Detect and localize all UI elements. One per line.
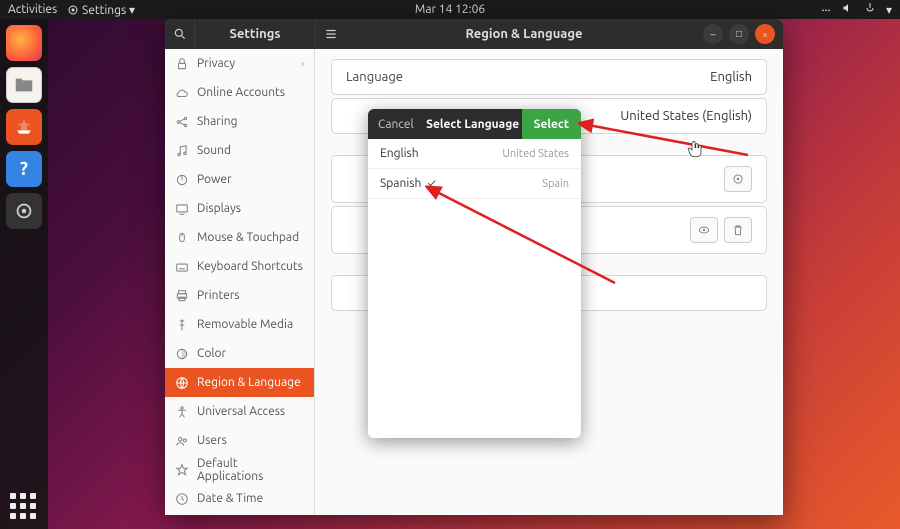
sidebar-item-removable-media[interactable]: Removable Media (165, 310, 314, 339)
language-name: Spanish (380, 177, 421, 190)
sidebar-item-displays[interactable]: Displays (165, 194, 314, 223)
sidebar-item-label: Region & Language (197, 376, 301, 389)
sidebar-item-label: Online Accounts (197, 86, 285, 99)
preview-button[interactable] (690, 217, 718, 243)
cursor-hand-icon (686, 140, 704, 164)
sidebar-item-label: Keyboard Shortcuts (197, 260, 303, 273)
sidebar-item-keyboard-shortcuts[interactable]: Keyboard Shortcuts (165, 252, 314, 281)
sidebar-item-label: Date & Time (197, 492, 263, 505)
chevron-right-icon: › (301, 58, 304, 69)
dock (0, 19, 48, 529)
modal-title: Select Language (424, 118, 522, 131)
sidebar-item-users[interactable]: Users (165, 426, 314, 455)
sidebar-item-color[interactable]: Color (165, 339, 314, 368)
sidebar-item-label: Color (197, 347, 226, 360)
panel-title-left: Settings (195, 27, 315, 41)
sidebar-item-label: Sound (197, 144, 231, 157)
sidebar-item-about[interactable]: About (165, 513, 314, 515)
panel-title-right: Region & Language (345, 27, 703, 41)
language-value: English (710, 70, 752, 84)
sidebar-item-label: Displays (197, 202, 241, 215)
annotation-arrow-2 (425, 183, 625, 293)
sidebar-item-date-time[interactable]: Date & Time (165, 484, 314, 513)
annotation-arrow-1 (578, 115, 758, 165)
sidebar-item-default-applications[interactable]: Default Applications (165, 455, 314, 484)
window-close[interactable]: × (755, 24, 775, 44)
power-icon[interactable] (864, 2, 876, 17)
sidebar-item-sound[interactable]: Sound (165, 136, 314, 165)
chevron-down-icon[interactable]: ▾ (886, 3, 892, 17)
dock-files[interactable] (6, 67, 42, 103)
sidebar-item-mouse-touchpad[interactable]: Mouse & Touchpad (165, 223, 314, 252)
dock-help[interactable] (6, 151, 42, 187)
cancel-button[interactable]: Cancel (368, 109, 424, 139)
hamburger-menu[interactable] (315, 19, 345, 49)
language-option-english[interactable]: English United States (368, 139, 581, 169)
language-country: United States (502, 148, 569, 160)
language-row[interactable]: Language English (331, 59, 767, 95)
window-maximize[interactable]: □ (729, 24, 749, 44)
dock-settings-app[interactable] (6, 193, 42, 229)
sidebar-item-label: Users (197, 434, 227, 447)
sidebar-item-label: Sharing (197, 115, 238, 128)
dock-firefox[interactable] (6, 25, 42, 61)
sidebar-item-label: Universal Access (197, 405, 285, 418)
activities-button[interactable]: Activities (8, 3, 57, 16)
sidebar-item-online-accounts[interactable]: Online Accounts (165, 78, 314, 107)
settings-sidebar: Privacy › Online Accounts Sharing Sound Power… (165, 49, 315, 515)
delete-button[interactable] (724, 217, 752, 243)
volume-icon[interactable] (842, 2, 854, 17)
input-options-button[interactable] (724, 166, 752, 192)
show-applications[interactable] (0, 493, 48, 521)
sidebar-item-privacy[interactable]: Privacy › (165, 49, 314, 78)
sidebar-item-power[interactable]: Power (165, 165, 314, 194)
sidebar-item-label: Power (197, 173, 232, 186)
sidebar-item-label: Privacy (197, 57, 235, 70)
clock[interactable]: Mar 14 12:06 (415, 3, 485, 16)
language-name: English (380, 147, 419, 160)
sidebar-item-region-language[interactable]: Region & Language (165, 368, 314, 397)
sidebar-item-printers[interactable]: Printers (165, 281, 314, 310)
sidebar-item-label: Default Applications (197, 457, 304, 483)
sidebar-item-sharing[interactable]: Sharing (165, 107, 314, 136)
sidebar-item-universal-access[interactable]: Universal Access (165, 397, 314, 426)
sidebar-item-label: Printers (197, 289, 240, 302)
search-button[interactable] (165, 19, 195, 49)
window-minimize[interactable]: – (703, 24, 723, 44)
app-menu[interactable]: Settings ▾ (67, 3, 135, 17)
top-panel: Activities Settings ▾ Mar 14 12:06 ▾ (0, 0, 900, 19)
language-label: Language (346, 70, 403, 84)
sidebar-item-label: Mouse & Touchpad (197, 231, 299, 244)
modal-header: Cancel Select Language Select (368, 109, 581, 139)
sidebar-item-label: Removable Media (197, 318, 293, 331)
network-icon[interactable] (820, 2, 832, 17)
select-button[interactable]: Select (522, 109, 581, 139)
dock-software[interactable] (6, 109, 42, 145)
titlebar: Settings Region & Language – □ × (165, 19, 783, 49)
